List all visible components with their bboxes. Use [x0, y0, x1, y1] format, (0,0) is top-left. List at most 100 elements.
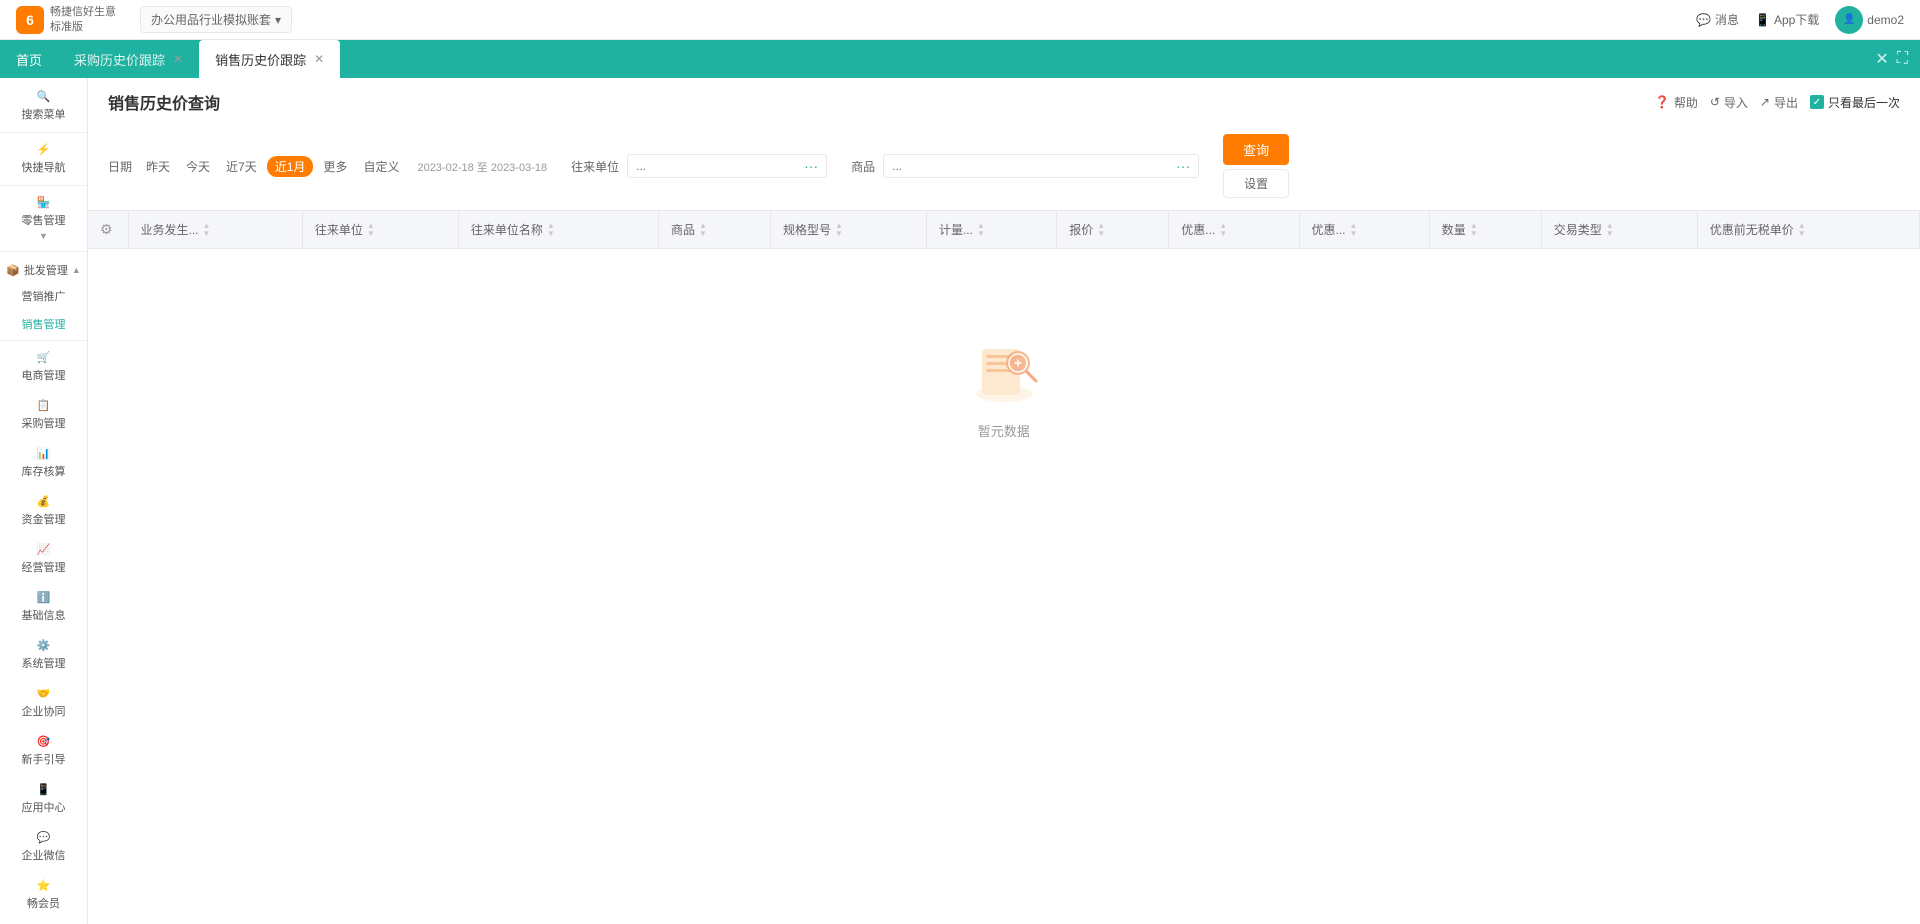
- chevron-up-icon: ▲: [72, 265, 81, 275]
- sidebar-item-retail[interactable]: 🏪 零售管理 ▼: [0, 188, 87, 249]
- sidebar-item-app-center[interactable]: 📱 应用中心: [0, 775, 87, 823]
- finance-icon: 💰: [37, 495, 51, 508]
- col-partner-name[interactable]: 往来单位名称 ▲▼: [458, 211, 658, 249]
- partner-dots-btn[interactable]: ···: [804, 158, 818, 174]
- col-discount1[interactable]: 优惠... ▲▼: [1169, 211, 1299, 249]
- app-download-action[interactable]: 📱 App下载: [1755, 11, 1819, 28]
- sidebar-item-finance[interactable]: 💰 资金管理: [0, 487, 87, 535]
- query-button[interactable]: 查询: [1223, 134, 1289, 165]
- sort-icon-product: ▲▼: [699, 222, 707, 238]
- help-btn[interactable]: ❓ 帮助: [1655, 94, 1698, 111]
- table-area: ⚙ 业务发生... ▲▼ 往来单位 ▲▼: [88, 211, 1920, 924]
- partner-input[interactable]: [636, 159, 800, 173]
- empty-text: 暂元数据: [978, 421, 1030, 440]
- col-unit[interactable]: 计量... ▲▼: [926, 211, 1056, 249]
- page-title-row: 销售历史价查询 ❓ 帮助 ↺ 导入 ↗ 导出 ✓: [108, 90, 1900, 114]
- date-filter: 日期 昨天 今天 近7天 近1月 更多 自定义 2023-02-18 至 202…: [108, 156, 547, 177]
- table-settings-col: ⚙: [88, 211, 128, 249]
- partner-input-wrapper: ···: [627, 154, 827, 178]
- sidebar-item-member[interactable]: ⭐ 畅会员: [0, 871, 87, 919]
- sidebar-item-weixin[interactable]: 💬 企业微信: [0, 823, 87, 871]
- sidebar-item-ecommerce[interactable]: 🛒 电商管理: [0, 343, 87, 391]
- content-area: 销售历史价查询 ❓ 帮助 ↺ 导入 ↗ 导出 ✓: [88, 78, 1920, 924]
- col-discount2[interactable]: 优惠... ▲▼: [1299, 211, 1429, 249]
- date-btn-1month[interactable]: 近1月: [267, 156, 314, 177]
- sidebar-item-operations[interactable]: 📈 经营管理: [0, 535, 87, 583]
- import-icon: ↺: [1710, 95, 1720, 109]
- data-table: ⚙ 业务发生... ▲▼ 往来单位 ▲▼: [88, 211, 1920, 520]
- sort-icon-partner-name: ▲▼: [547, 222, 555, 238]
- sort-icon-discount2: ▲▼: [1350, 222, 1358, 238]
- col-date[interactable]: 业务发生... ▲▼: [128, 211, 302, 249]
- page-header: 销售历史价查询 ❓ 帮助 ↺ 导入 ↗ 导出 ✓: [88, 78, 1920, 126]
- date-btn-more[interactable]: 更多: [317, 156, 353, 177]
- date-btn-custom[interactable]: 自定义: [357, 156, 405, 177]
- empty-state-row: 暂元数据: [88, 249, 1920, 521]
- sidebar-item-marketing[interactable]: 营销推广: [0, 282, 87, 310]
- user-avatar[interactable]: 👤 demo2: [1835, 6, 1904, 34]
- filter-area: 日期 昨天 今天 近7天 近1月 更多 自定义 2023-02-18 至 202…: [88, 126, 1920, 211]
- import-btn[interactable]: ↺ 导入: [1710, 94, 1748, 111]
- only-last-checkbox[interactable]: ✓: [1810, 95, 1824, 109]
- col-product[interactable]: 商品 ▲▼: [659, 211, 771, 249]
- sort-icon-date: ▲▼: [203, 222, 211, 238]
- col-price[interactable]: 报价 ▲▼: [1057, 211, 1169, 249]
- product-input[interactable]: [892, 159, 1172, 173]
- system-icon: ⚙️: [37, 639, 51, 652]
- purchase-icon: 📋: [37, 399, 51, 412]
- message-icon: 💬: [1696, 13, 1711, 27]
- message-action[interactable]: 💬 消息: [1696, 11, 1739, 28]
- action-buttons: 查询 设置: [1223, 134, 1289, 198]
- sidebar-item-collaboration[interactable]: 🤝 企业协同: [0, 679, 87, 727]
- col-partner-code[interactable]: 往来单位 ▲▼: [302, 211, 458, 249]
- logo-area: 6 畅捷信好生意 标准版: [16, 5, 116, 34]
- weixin-icon: 💬: [37, 831, 51, 844]
- col-trade-type[interactable]: 交易类型 ▲▼: [1541, 211, 1697, 249]
- date-btn-yesterday[interactable]: 昨天: [140, 156, 176, 177]
- guide-icon: 🎯: [37, 735, 51, 748]
- sidebar-item-system[interactable]: ⚙️ 系统管理: [0, 631, 87, 679]
- retail-icon: 🏪: [37, 196, 51, 209]
- top-bar: 6 畅捷信好生意 标准版 办公用品行业模拟账套 ▾ 💬 消息 📱 App下载 👤…: [0, 0, 1920, 40]
- sidebar-item-shortcut[interactable]: ⚡ 快捷导航: [0, 135, 87, 183]
- date-btn-7days[interactable]: 近7天: [220, 156, 263, 177]
- top-bar-left: 6 畅捷信好生意 标准版 办公用品行业模拟账套 ▾: [16, 5, 292, 34]
- sidebar-item-wholesale[interactable]: 📦 批发管理 ▲: [0, 254, 87, 282]
- col-quantity[interactable]: 数量 ▲▼: [1429, 211, 1541, 249]
- logo-text: 畅捷信好生意 标准版: [50, 5, 116, 34]
- chevron-down-icon: ▼: [39, 231, 48, 241]
- tab-sales[interactable]: 销售历史价跟踪 ✕: [199, 40, 340, 78]
- sidebar-item-purchase[interactable]: 📋 采购管理: [0, 391, 87, 439]
- product-dots-btn[interactable]: ···: [1176, 158, 1190, 174]
- app-selector[interactable]: 办公用品行业模拟账套 ▾: [140, 6, 292, 33]
- tab-sales-close[interactable]: ✕: [314, 52, 324, 66]
- sidebar-item-guide[interactable]: 🎯 新手引导: [0, 727, 87, 775]
- col-spec[interactable]: 规格型号 ▲▼: [770, 211, 926, 249]
- table-settings-btn[interactable]: ⚙: [100, 221, 113, 237]
- table-header-row: ⚙ 业务发生... ▲▼ 往来单位 ▲▼: [88, 211, 1920, 249]
- product-filter: 商品 ···: [851, 154, 1199, 178]
- settings-button[interactable]: 设置: [1223, 169, 1289, 198]
- sidebar-item-sales-mgmt[interactable]: 销售管理: [0, 310, 87, 338]
- tab-home[interactable]: 首页: [0, 40, 58, 78]
- tab-purchase-close[interactable]: ✕: [173, 52, 183, 66]
- inventory-icon: 📊: [37, 447, 51, 460]
- tab-close-all-btn[interactable]: ✕: [1875, 49, 1888, 69]
- wholesale-icon: 📦: [6, 264, 20, 277]
- tab-bar-actions: ✕ ⛶: [1875, 49, 1920, 69]
- page-actions: ❓ 帮助 ↺ 导入 ↗ 导出 ✓ 只看最后一次: [1655, 94, 1900, 111]
- sort-icon-price: ▲▼: [1097, 222, 1105, 238]
- col-pre-discount-price[interactable]: 优惠前无税单价 ▲▼: [1697, 211, 1919, 249]
- tab-expand-btn[interactable]: ⛶: [1897, 50, 1908, 68]
- sidebar-item-inventory[interactable]: 📊 库存核算: [0, 439, 87, 487]
- export-btn[interactable]: ↗ 导出: [1760, 94, 1798, 111]
- tab-purchase[interactable]: 采购历史价跟踪 ✕: [58, 40, 199, 78]
- date-btn-today[interactable]: 今天: [180, 156, 216, 177]
- sidebar-item-search[interactable]: 🔍 搜索菜单: [0, 82, 87, 130]
- app-center-icon: 📱: [37, 783, 51, 796]
- sidebar-item-basic-info[interactable]: ℹ️ 基础信息: [0, 583, 87, 631]
- operations-icon: 📈: [37, 543, 51, 556]
- sort-icon-quantity: ▲▼: [1470, 222, 1478, 238]
- only-last-checkbox-label[interactable]: ✓ 只看最后一次: [1810, 94, 1900, 111]
- empty-icon: [964, 329, 1044, 409]
